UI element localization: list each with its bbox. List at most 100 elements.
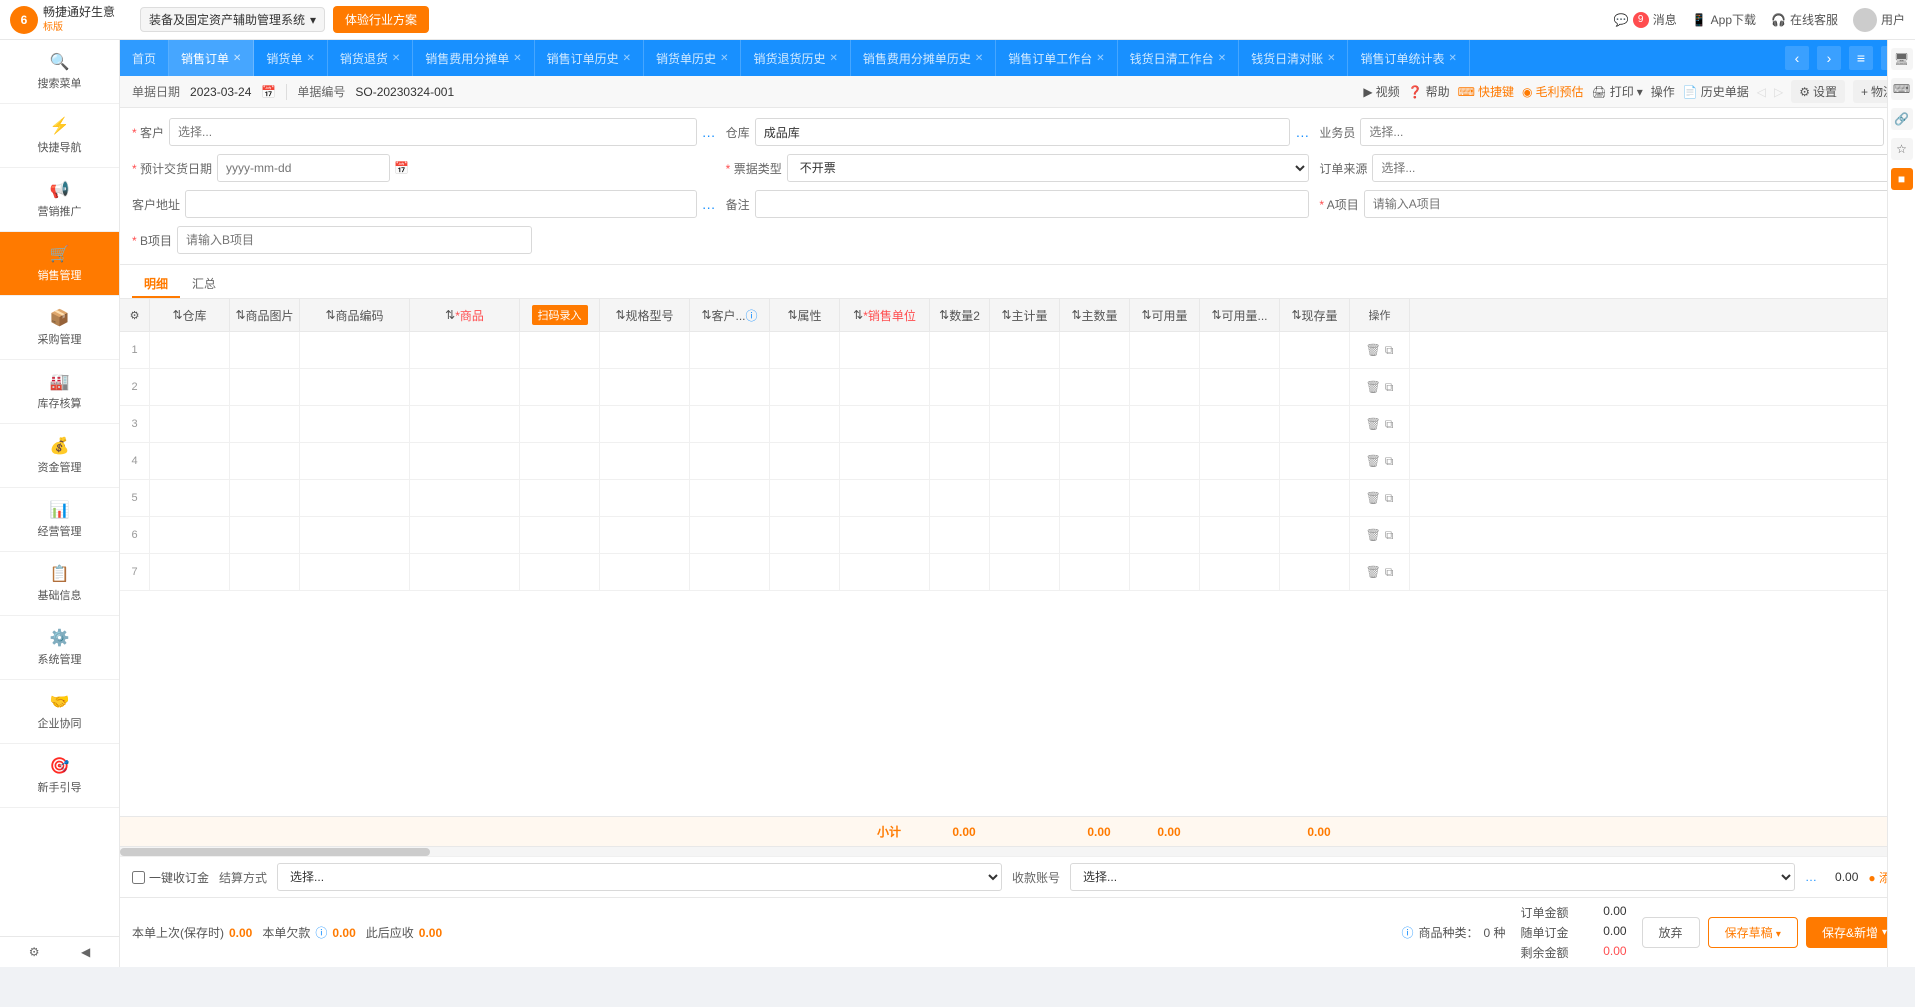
address-dots[interactable]: … xyxy=(702,196,716,212)
td-attr-5[interactable] xyxy=(770,480,840,516)
tab-close-cash-daily[interactable]: ✕ xyxy=(1218,53,1226,64)
help-btn[interactable]: ❓ 帮助 xyxy=(1408,83,1450,100)
sort-mainunit-icon[interactable]: ⇅ xyxy=(1001,308,1011,322)
tab-refund-history[interactable]: 销货退货历史 ✕ xyxy=(741,40,850,76)
auto-pay-input[interactable] xyxy=(132,871,145,884)
sidebar-collapse-icon[interactable]: ◀ xyxy=(81,945,90,959)
calendar-icon[interactable]: 📅 xyxy=(261,85,276,99)
delete-icon-1[interactable]: 🗑 xyxy=(1366,343,1381,357)
td-code-4[interactable] xyxy=(300,443,410,479)
td-unit-4[interactable] xyxy=(840,443,930,479)
td-custcode-2[interactable] xyxy=(690,369,770,405)
tab-cash-reconcile[interactable]: 钱货日清对账 ✕ xyxy=(1239,40,1348,76)
rp-link-icon[interactable]: 🔗 xyxy=(1891,108,1913,130)
td-warehouse-4[interactable] xyxy=(150,443,230,479)
td-unit-5[interactable] xyxy=(840,480,930,516)
b-project-input[interactable] xyxy=(177,226,532,254)
td-spec-3[interactable] xyxy=(600,406,690,442)
copy-icon-2[interactable]: ⧉ xyxy=(1385,380,1394,395)
td-spec-7[interactable] xyxy=(600,554,690,590)
sort-img-icon[interactable]: ⇅ xyxy=(235,308,245,322)
sort-stock-icon[interactable]: ⇅ xyxy=(1291,308,1301,322)
delete-icon-5[interactable]: 🗑 xyxy=(1366,491,1381,505)
td-code-6[interactable] xyxy=(300,517,410,553)
td-product-5[interactable] xyxy=(410,480,520,516)
td-qty2-2[interactable] xyxy=(930,369,990,405)
online-support-btn[interactable]: 🎧 在线客服 xyxy=(1771,11,1838,28)
tab-close-sales-refund[interactable]: ✕ xyxy=(392,53,400,64)
rp-orange-icon[interactable]: ■ xyxy=(1891,168,1913,190)
td-attr-3[interactable] xyxy=(770,406,840,442)
sidebar-item-enterprise[interactable]: 🤝 企业协同 xyxy=(0,680,119,744)
settings-btn[interactable]: ⚙ 设置 xyxy=(1791,80,1845,103)
auto-pay-checkbox[interactable]: 一键收订金 xyxy=(132,869,209,886)
tab-close-order-workbench[interactable]: ✕ xyxy=(1096,53,1104,64)
tab-order-history[interactable]: 销售订单历史 ✕ xyxy=(535,40,644,76)
td-product-2[interactable] xyxy=(410,369,520,405)
calendar-delivery-icon[interactable]: 📅 xyxy=(394,161,409,175)
sort-unit-icon[interactable]: ⇅ xyxy=(853,308,863,322)
system-selector[interactable]: 装备及固定资产辅助管理系统 ▾ xyxy=(140,7,325,32)
td-product-4[interactable] xyxy=(410,443,520,479)
td-spec-5[interactable] xyxy=(600,480,690,516)
sidebar-item-sales[interactable]: 🛒 销售管理 xyxy=(0,232,119,296)
td-spec-6[interactable] xyxy=(600,517,690,553)
remark-input[interactable] xyxy=(755,190,1310,218)
ops-btn[interactable]: 操作 xyxy=(1651,83,1675,100)
td-qty2-7[interactable] xyxy=(930,554,990,590)
profit-btn[interactable]: ◉ 毛利预估 xyxy=(1522,83,1584,100)
td-warehouse-5[interactable] xyxy=(150,480,230,516)
td-attr-7[interactable] xyxy=(770,554,840,590)
td-product-6[interactable] xyxy=(410,517,520,553)
save-draft-btn[interactable]: 保存草稿 ▾ xyxy=(1708,917,1798,948)
td-spec-1[interactable] xyxy=(600,332,690,368)
sort-spec-icon[interactable]: ⇅ xyxy=(615,308,625,322)
invoice-select[interactable]: 不开票 增值税普通发票 增值税专用发票 xyxy=(787,154,1310,182)
delete-icon-3[interactable]: 🗑 xyxy=(1366,417,1381,431)
history-btn[interactable]: 📄 历史单据 xyxy=(1683,83,1749,100)
td-custcode-5[interactable] xyxy=(690,480,770,516)
print-btn[interactable]: 🖨 打印 ▾ xyxy=(1591,83,1642,100)
app-download-btn[interactable]: 📱 App下载 xyxy=(1692,11,1756,28)
td-spec-4[interactable] xyxy=(600,443,690,479)
td-unit-7[interactable] xyxy=(840,554,930,590)
sidebar-item-inventory[interactable]: 🏭 库存核算 xyxy=(0,360,119,424)
tab-close-expense-history[interactable]: ✕ xyxy=(975,53,983,64)
tab-sales-stats[interactable]: 销售订单统计表 ✕ xyxy=(1348,40,1469,76)
td-qty2-6[interactable] xyxy=(930,517,990,553)
copy-icon-4[interactable]: ⧉ xyxy=(1385,454,1394,469)
sort-qty2-icon[interactable]: ⇅ xyxy=(939,308,949,322)
tab-detail[interactable]: 明细 xyxy=(132,271,180,298)
td-custcode-7[interactable] xyxy=(690,554,770,590)
account-dots[interactable]: … xyxy=(1805,870,1817,884)
tab-sales-refund[interactable]: 销货退货 ✕ xyxy=(328,40,413,76)
td-qty2-3[interactable] xyxy=(930,406,990,442)
tab-close-sales-order[interactable]: ✕ xyxy=(233,53,241,64)
user-btn[interactable]: 用户 xyxy=(1853,8,1905,32)
sidebar-item-search[interactable]: 🔍 搜索菜单 xyxy=(0,40,119,104)
td-spec-2[interactable] xyxy=(600,369,690,405)
tab-close-order-history[interactable]: ✕ xyxy=(623,53,631,64)
rp-keyboard-icon[interactable]: ⌨ xyxy=(1891,78,1913,100)
tab-expense-split[interactable]: 销售费用分摊单 ✕ xyxy=(413,40,534,76)
sort-avail-icon[interactable]: ⇅ xyxy=(1141,308,1151,322)
rp-star-icon[interactable]: ☆ xyxy=(1891,138,1913,160)
tab-close-cash-reconcile[interactable]: ✕ xyxy=(1327,53,1335,64)
tab-close-sales-return[interactable]: ✕ xyxy=(306,53,314,64)
tab-summary[interactable]: 汇总 xyxy=(180,271,228,298)
shortcut-btn[interactable]: ⌨ 快捷键 xyxy=(1458,83,1514,100)
sidebar-item-operation[interactable]: 📊 经营管理 xyxy=(0,488,119,552)
tab-sales-return[interactable]: 销货单 ✕ xyxy=(254,40,327,76)
td-custcode-1[interactable] xyxy=(690,332,770,368)
td-product-1[interactable] xyxy=(410,332,520,368)
sidebar-item-guide[interactable]: 🎯 新手引导 xyxy=(0,744,119,808)
rp-monitor-icon[interactable]: 🖥 xyxy=(1891,48,1913,70)
message-btn[interactable]: 💬 9 消息 xyxy=(1614,11,1677,28)
sidebar-item-quick-nav[interactable]: ⚡ 快捷导航 xyxy=(0,104,119,168)
delete-icon-7[interactable]: 🗑 xyxy=(1366,565,1381,579)
td-custcode-4[interactable] xyxy=(690,443,770,479)
tab-close-sales-return-history[interactable]: ✕ xyxy=(720,53,728,64)
delete-icon-4[interactable]: 🗑 xyxy=(1366,454,1381,468)
sidebar-item-marketing[interactable]: 📢 营销推广 xyxy=(0,168,119,232)
sidebar-item-purchase[interactable]: 📦 采购管理 xyxy=(0,296,119,360)
